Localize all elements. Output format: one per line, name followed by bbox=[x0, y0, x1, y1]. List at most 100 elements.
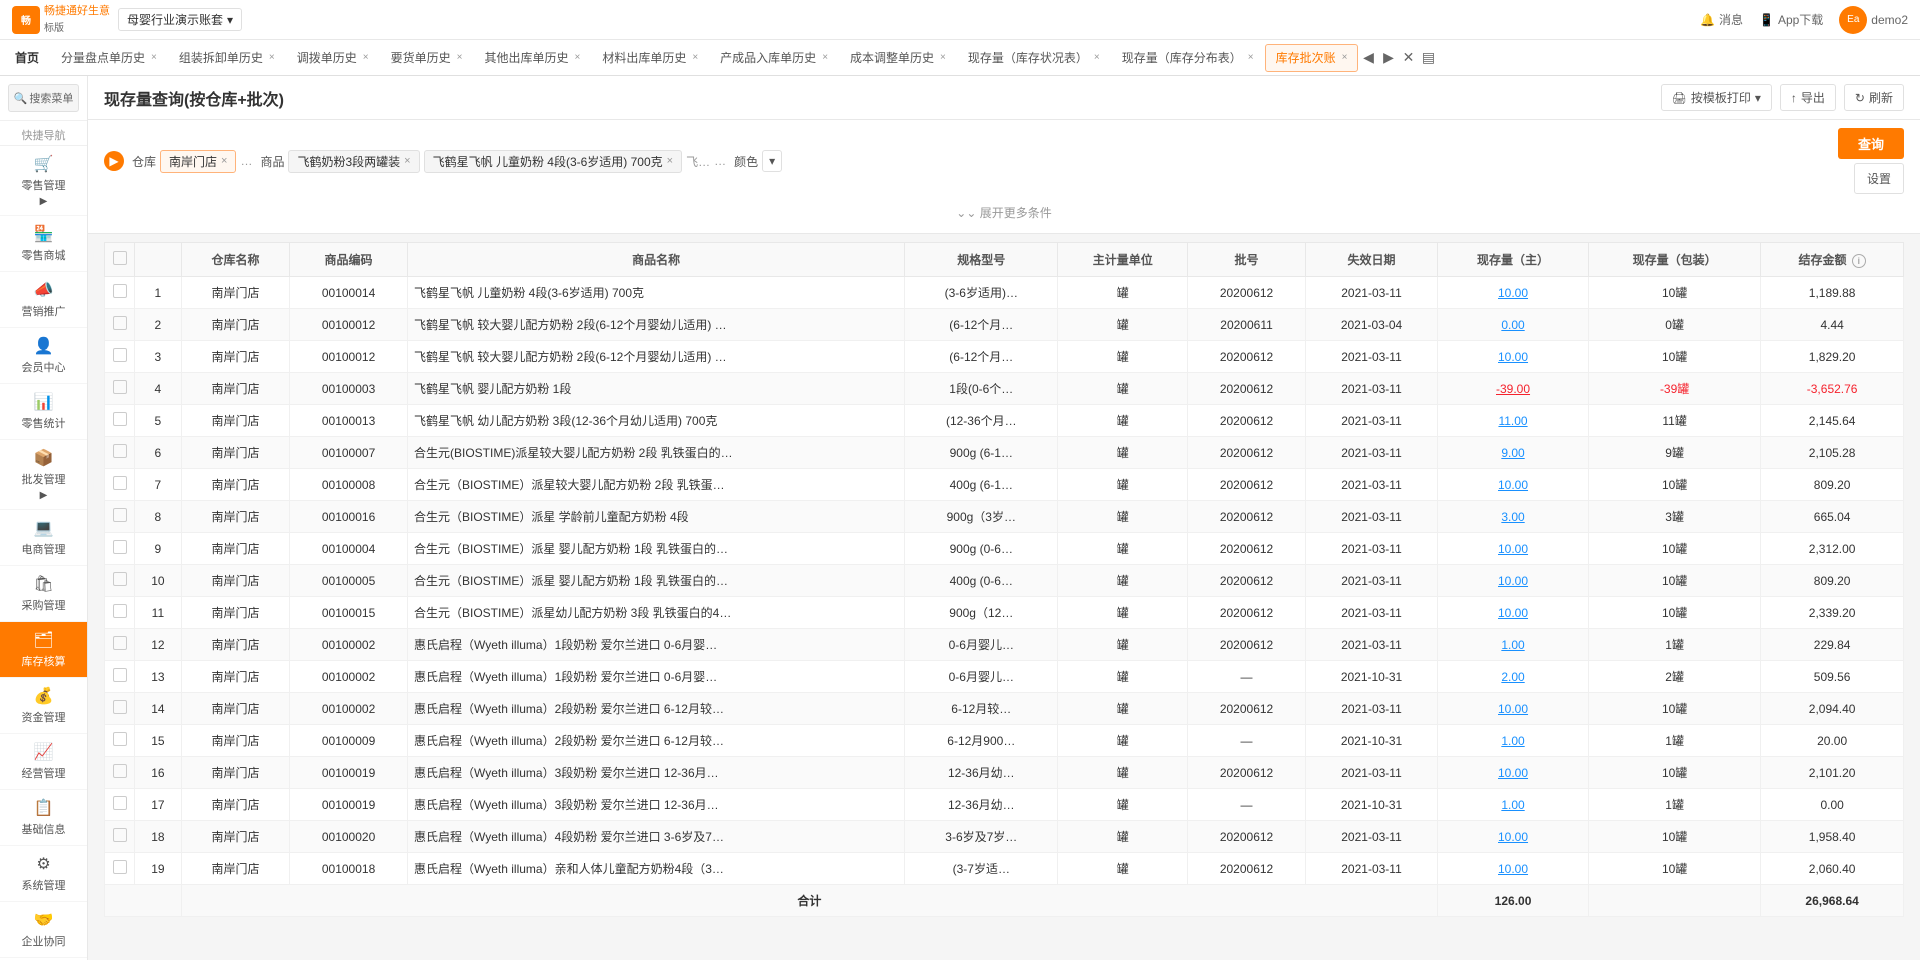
row-checkbox-icon-10[interactable] bbox=[113, 604, 127, 618]
sidebar-item-finance[interactable]: 💰 资金管理 bbox=[0, 678, 87, 734]
row-checkbox-9[interactable] bbox=[105, 565, 135, 597]
row-checkbox-icon-15[interactable] bbox=[113, 764, 127, 778]
tab-batch-order[interactable]: 库存批次账 × bbox=[1265, 44, 1359, 72]
print-btn[interactable]: 🖨 按模板打印 ▾ bbox=[1661, 84, 1772, 111]
export-btn[interactable]: ↑ 导出 bbox=[1780, 84, 1836, 111]
tab-product-in-close[interactable]: × bbox=[822, 52, 828, 63]
col-expire-header[interactable]: 失效日期 bbox=[1305, 243, 1437, 277]
row-qty-main-4[interactable]: 11.00 bbox=[1438, 405, 1589, 437]
row-checkbox-icon-9[interactable] bbox=[113, 572, 127, 586]
sidebar-item-retail[interactable]: 🛒 零售管理 ▶ bbox=[0, 146, 87, 216]
row-qty-main-9[interactable]: 10.00 bbox=[1438, 565, 1589, 597]
tab-material-out-close[interactable]: × bbox=[692, 52, 698, 63]
row-checkbox-icon-0[interactable] bbox=[113, 284, 127, 298]
col-checkbox-header[interactable] bbox=[105, 243, 135, 277]
row-checkbox-icon-11[interactable] bbox=[113, 636, 127, 650]
color-dropdown-btn[interactable]: ▾ bbox=[762, 150, 782, 172]
row-qty-main-8[interactable]: 10.00 bbox=[1438, 533, 1589, 565]
tab-other-out-close[interactable]: × bbox=[574, 52, 580, 63]
row-qty-main-13[interactable]: 10.00 bbox=[1438, 693, 1589, 725]
col-unit-header[interactable]: 主计量单位 bbox=[1058, 243, 1188, 277]
row-qty-main-15[interactable]: 10.00 bbox=[1438, 757, 1589, 789]
row-checkbox-11[interactable] bbox=[105, 629, 135, 661]
row-checkbox-12[interactable] bbox=[105, 661, 135, 693]
tab-close-all-btn[interactable]: ✕ bbox=[1398, 44, 1418, 72]
row-checkbox-3[interactable] bbox=[105, 373, 135, 405]
sidebar-item-wholesale[interactable]: 📦 批发管理 ▶ bbox=[0, 440, 87, 510]
product-tag-1[interactable]: 飞鹤奶粉3段两罐装 × bbox=[288, 150, 419, 173]
tab-split-close[interactable]: × bbox=[151, 52, 157, 63]
tab-request-close[interactable]: × bbox=[457, 52, 463, 63]
row-qty-main-16[interactable]: 1.00 bbox=[1438, 789, 1589, 821]
row-qty-main-14[interactable]: 1.00 bbox=[1438, 725, 1589, 757]
company-select[interactable]: 母婴行业演示账套 ▾ bbox=[118, 8, 242, 31]
tab-prev-btn[interactable]: ◀ bbox=[1358, 44, 1378, 72]
tab-cost-adjust[interactable]: 成本调整单历史 × bbox=[839, 44, 957, 72]
row-qty-main-6[interactable]: 10.00 bbox=[1438, 469, 1589, 501]
row-qty-main-18[interactable]: 10.00 bbox=[1438, 853, 1589, 885]
sidebar-item-enterprise[interactable]: 🤝 企业协同 bbox=[0, 902, 87, 958]
row-checkbox-7[interactable] bbox=[105, 501, 135, 533]
col-code-header[interactable]: 商品编码 bbox=[290, 243, 408, 277]
row-checkbox-14[interactable] bbox=[105, 725, 135, 757]
warehouse-ellipsis[interactable]: … bbox=[240, 154, 252, 168]
row-checkbox-icon-1[interactable] bbox=[113, 316, 127, 330]
row-checkbox-15[interactable] bbox=[105, 757, 135, 789]
sidebar-item-ecommerce[interactable]: 💻 电商管理 bbox=[0, 510, 87, 566]
sidebar-item-marketing[interactable]: 📣 营销推广 bbox=[0, 272, 87, 328]
row-checkbox-0[interactable] bbox=[105, 277, 135, 309]
row-checkbox-icon-14[interactable] bbox=[113, 732, 127, 746]
app-download-btn[interactable]: 📱 App下载 bbox=[1759, 11, 1823, 28]
col-batch-header[interactable]: 批号 bbox=[1188, 243, 1306, 277]
row-checkbox-icon-2[interactable] bbox=[113, 348, 127, 362]
refresh-btn[interactable]: ↻ 刷新 bbox=[1844, 84, 1904, 111]
sidebar-item-operations[interactable]: 📈 经营管理 bbox=[0, 734, 87, 790]
sidebar-item-inventory[interactable]: 🗂 库存核算 bbox=[0, 622, 87, 678]
row-checkbox-1[interactable] bbox=[105, 309, 135, 341]
tab-other-out[interactable]: 其他出库单历史 × bbox=[473, 44, 591, 72]
product-ellipsis[interactable]: 飞… bbox=[686, 153, 710, 170]
amount-info-icon[interactable]: i bbox=[1852, 254, 1866, 268]
row-checkbox-6[interactable] bbox=[105, 469, 135, 501]
tab-stock-dist-close[interactable]: × bbox=[1248, 52, 1254, 63]
product-tag-1-close[interactable]: × bbox=[404, 155, 410, 167]
col-name-header[interactable]: 商品名称 bbox=[408, 243, 905, 277]
col-warehouse-header[interactable]: 仓库名称 bbox=[181, 243, 289, 277]
warehouse-tag-close[interactable]: × bbox=[221, 155, 227, 167]
tab-disassemble[interactable]: 组装拆卸单历史 × bbox=[168, 44, 286, 72]
row-checkbox-icon-12[interactable] bbox=[113, 668, 127, 682]
tab-disassemble-close[interactable]: × bbox=[269, 52, 275, 63]
row-checkbox-icon-16[interactable] bbox=[113, 796, 127, 810]
user-area[interactable]: Ea demo2 bbox=[1839, 6, 1908, 34]
tab-stock-status-close[interactable]: × bbox=[1094, 52, 1100, 63]
row-qty-main-2[interactable]: 10.00 bbox=[1438, 341, 1589, 373]
tab-request[interactable]: 要货单历史 × bbox=[380, 44, 474, 72]
row-checkbox-icon-5[interactable] bbox=[113, 444, 127, 458]
tab-split[interactable]: 分量盘点单历史 × bbox=[50, 44, 168, 72]
row-checkbox-icon-6[interactable] bbox=[113, 476, 127, 490]
row-checkbox-13[interactable] bbox=[105, 693, 135, 725]
row-checkbox-8[interactable] bbox=[105, 533, 135, 565]
sidebar-item-basics[interactable]: 📋 基础信息 bbox=[0, 790, 87, 846]
row-checkbox-icon-17[interactable] bbox=[113, 828, 127, 842]
tab-menu-btn[interactable]: ▤ bbox=[1418, 44, 1438, 72]
row-checkbox-2[interactable] bbox=[105, 341, 135, 373]
col-amount-header[interactable]: 结存金额 i bbox=[1761, 243, 1904, 277]
expand-conditions-btn[interactable]: ⌄⌄ 展开更多条件 bbox=[104, 200, 1904, 225]
col-qty-main-header[interactable]: 现存量（主） bbox=[1438, 243, 1589, 277]
sidebar-item-purchase[interactable]: 🛍 采购管理 bbox=[0, 566, 87, 622]
tab-stock-dist[interactable]: 现存量（库存分布表） × bbox=[1111, 44, 1265, 72]
tab-batch-order-close[interactable]: × bbox=[1342, 52, 1348, 63]
row-checkbox-18[interactable] bbox=[105, 853, 135, 885]
filter-expand-btn[interactable]: ▶ bbox=[104, 151, 124, 171]
row-qty-main-1[interactable]: 0.00 bbox=[1438, 309, 1589, 341]
row-qty-main-11[interactable]: 1.00 bbox=[1438, 629, 1589, 661]
row-checkbox-icon-8[interactable] bbox=[113, 540, 127, 554]
row-checkbox-icon-7[interactable] bbox=[113, 508, 127, 522]
quick-nav-btn[interactable]: 快捷导航 bbox=[0, 121, 87, 146]
tab-stock-status[interactable]: 现存量（库存状况表） × bbox=[957, 44, 1111, 72]
product-tag-2[interactable]: 飞鹤星飞帆 儿童奶粉 4段(3-6岁适用) 700克 × bbox=[424, 150, 682, 173]
sidebar-item-retail-stats[interactable]: 📊 零售统计 bbox=[0, 384, 87, 440]
row-qty-main-5[interactable]: 9.00 bbox=[1438, 437, 1589, 469]
select-all-checkbox[interactable] bbox=[113, 251, 127, 265]
